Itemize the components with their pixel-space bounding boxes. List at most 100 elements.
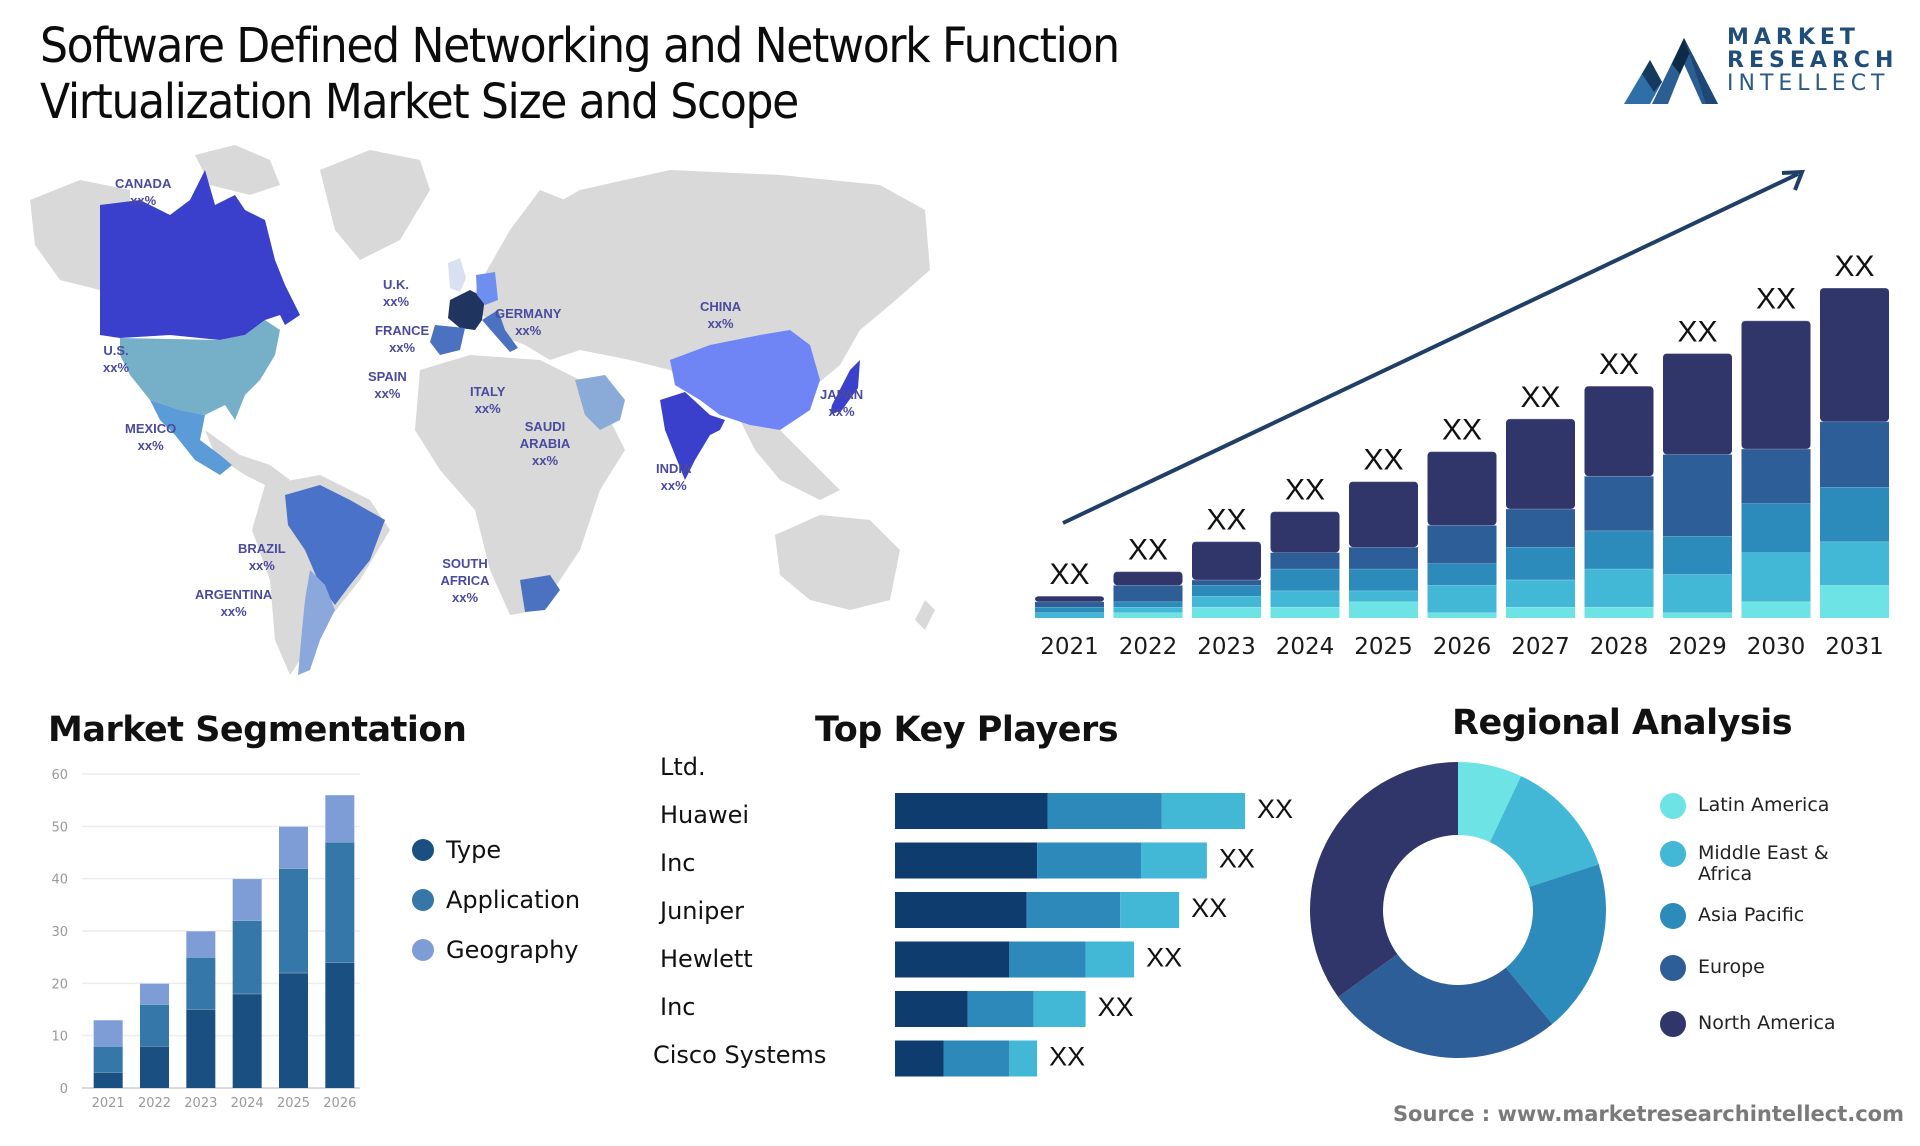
growth-bar-segment: [1192, 541, 1261, 580]
map-label-germany: GERMANY xx%: [495, 306, 562, 338]
growth-value-label: XX: [1520, 381, 1560, 414]
market-growth-chart: XX 2021 XX 2022 XX 2023 XX 2024 XX 2025 XX 2026 XX 20…: [1020, 150, 1920, 670]
growth-value-label: XX: [1285, 474, 1325, 507]
key-player-bar-segment: [1161, 793, 1245, 829]
key-player-bar: [895, 842, 1207, 879]
growth-bar-2022: [1113, 571, 1183, 618]
logo-mountain-icon: [1624, 38, 1718, 104]
growth-year-label: 2031: [1825, 634, 1884, 660]
map-land-greenland: [320, 150, 430, 260]
map-land-southeast-asia: [740, 420, 840, 500]
legend-dot-icon: [1660, 955, 1686, 981]
regional-legend-latin-america: Latin America: [1660, 793, 1829, 819]
growth-bar-segment: [1270, 568, 1340, 591]
growth-bar-segment: [1741, 503, 1811, 553]
x-tick-label: 2026: [323, 1096, 356, 1111]
logo-line-3: INTELLECT: [1727, 71, 1890, 96]
growth-bar-segment: [1741, 552, 1811, 602]
segmentation-bar-geography: [140, 983, 169, 1005]
growth-bar-segment: [1192, 607, 1261, 618]
key-player-value-label: XX: [1257, 794, 1293, 824]
growth-bar-segment: [1349, 568, 1418, 591]
growth-bar-segment: [1349, 481, 1418, 548]
growth-bar-segment: [1741, 320, 1811, 449]
growth-year-label: 2025: [1354, 634, 1413, 660]
growth-bar-segment: [1113, 607, 1183, 613]
regional-legend-north-america: North America: [1660, 1011, 1836, 1037]
growth-bar-2026: [1427, 451, 1497, 618]
company-logo: MARKET RESEARCH INTELLECT: [1622, 26, 1912, 106]
growth-bar-segment: [1584, 476, 1654, 531]
map-label-italy: ITALY xx%: [470, 384, 506, 416]
key-player-value-label: XX: [1146, 943, 1182, 973]
segmentation-bar-application: [232, 920, 262, 994]
key-player-bar: [895, 1040, 1038, 1077]
x-tick-label: 2022: [138, 1096, 171, 1111]
y-tick-label: 30: [51, 925, 68, 940]
world-map: CANADA xx% U.S. xx% MEXICO xx% BRAZIL xx% AR…: [20, 130, 945, 685]
key-player-bar: [895, 793, 1245, 829]
growth-bar-segment: [1035, 596, 1104, 602]
map-label-us: U.S. xx%: [103, 343, 130, 375]
growth-bar-segment: [1820, 585, 1889, 618]
donut-slice-north-america: [1310, 762, 1458, 997]
growth-bar-segment: [1270, 590, 1340, 608]
segmentation-legend-application: Application: [412, 886, 580, 914]
key-players-chart-svg: XXXXXXXXXXXX: [895, 793, 1293, 1077]
y-tick-label: 10: [51, 1030, 68, 1045]
segmentation-bar-type: [140, 1046, 169, 1088]
growth-value-label: XX: [1206, 504, 1246, 537]
growth-bar-segment: [1035, 607, 1104, 613]
legend-dot-icon: [412, 839, 434, 861]
map-label-south-africa: SOUTH AFRICA xx%: [440, 556, 490, 605]
y-tick-label: 40: [51, 873, 68, 888]
growth-value-label: XX: [1363, 444, 1403, 477]
key-player-bar-segment: [895, 991, 968, 1027]
growth-bar-segment: [1506, 579, 1575, 608]
y-tick-label: 0: [60, 1082, 68, 1097]
key-player-label: Huawei: [660, 801, 750, 829]
regional-legend-middle-east-africa: Middle East & Africa: [1660, 841, 1850, 885]
growth-year-label: 2022: [1119, 634, 1178, 660]
segmentation-bar-geography: [279, 826, 308, 869]
segmentation-bar-geography: [186, 931, 216, 958]
key-player-bar-segment: [1009, 1040, 1038, 1077]
segmentation-bar-type: [186, 1009, 216, 1088]
growth-bar-segment: [1584, 530, 1654, 569]
segmentation-bar-geography: [325, 794, 355, 843]
map-label-india: INDIA xx%: [656, 461, 692, 493]
growth-bar-segment: [1349, 601, 1418, 618]
growth-bar-segment: [1663, 536, 1732, 575]
key-player-label: Juniper: [660, 897, 745, 925]
growth-bar-2025: [1349, 481, 1418, 618]
map-country-spain: [430, 325, 465, 355]
x-tick-label: 2025: [277, 1096, 310, 1111]
y-tick-label: 20: [51, 977, 68, 992]
regional-donut-svg: [1310, 762, 1606, 1058]
segmentation-bar-type: [325, 962, 355, 1088]
map-label-japan: JAPAN xx%: [820, 387, 864, 419]
growth-bar-segment: [1820, 421, 1889, 488]
key-player-bar-segment: [1033, 991, 1086, 1027]
growth-bar-segment: [1427, 451, 1497, 526]
page-title-line-1: Software Defined Networking and Network …: [40, 18, 1120, 74]
key-player-bar-segment: [1085, 941, 1135, 978]
segmentation-bar-geography: [232, 878, 262, 921]
map-label-argentina: ARGENTINA xx%: [195, 587, 273, 619]
growth-bar-2023: [1192, 541, 1261, 618]
segmentation-bar-application: [325, 842, 355, 963]
map-label-spain: SPAIN xx%: [368, 369, 407, 401]
regional-donut-chart: [1300, 760, 1620, 1080]
key-player-label: Inc: [660, 849, 696, 877]
growth-bar-segment: [1427, 525, 1497, 564]
growth-bar-segment: [1584, 568, 1654, 608]
key-player-bar-segment: [1141, 842, 1207, 879]
growth-bar-segment: [1035, 601, 1104, 608]
growth-value-label: XX: [1442, 414, 1482, 447]
growth-bar-segment: [1663, 454, 1732, 537]
legend-dot-icon: [1660, 903, 1686, 929]
growth-bar-segment: [1349, 590, 1418, 602]
logo-line-2: RESEARCH: [1727, 48, 1899, 73]
segmentation-chart-svg: 0 10 20 30 40 50 60 2021 2022 2023 2024 2025 2026: [51, 768, 360, 1111]
growth-bar-segment: [1506, 607, 1575, 618]
